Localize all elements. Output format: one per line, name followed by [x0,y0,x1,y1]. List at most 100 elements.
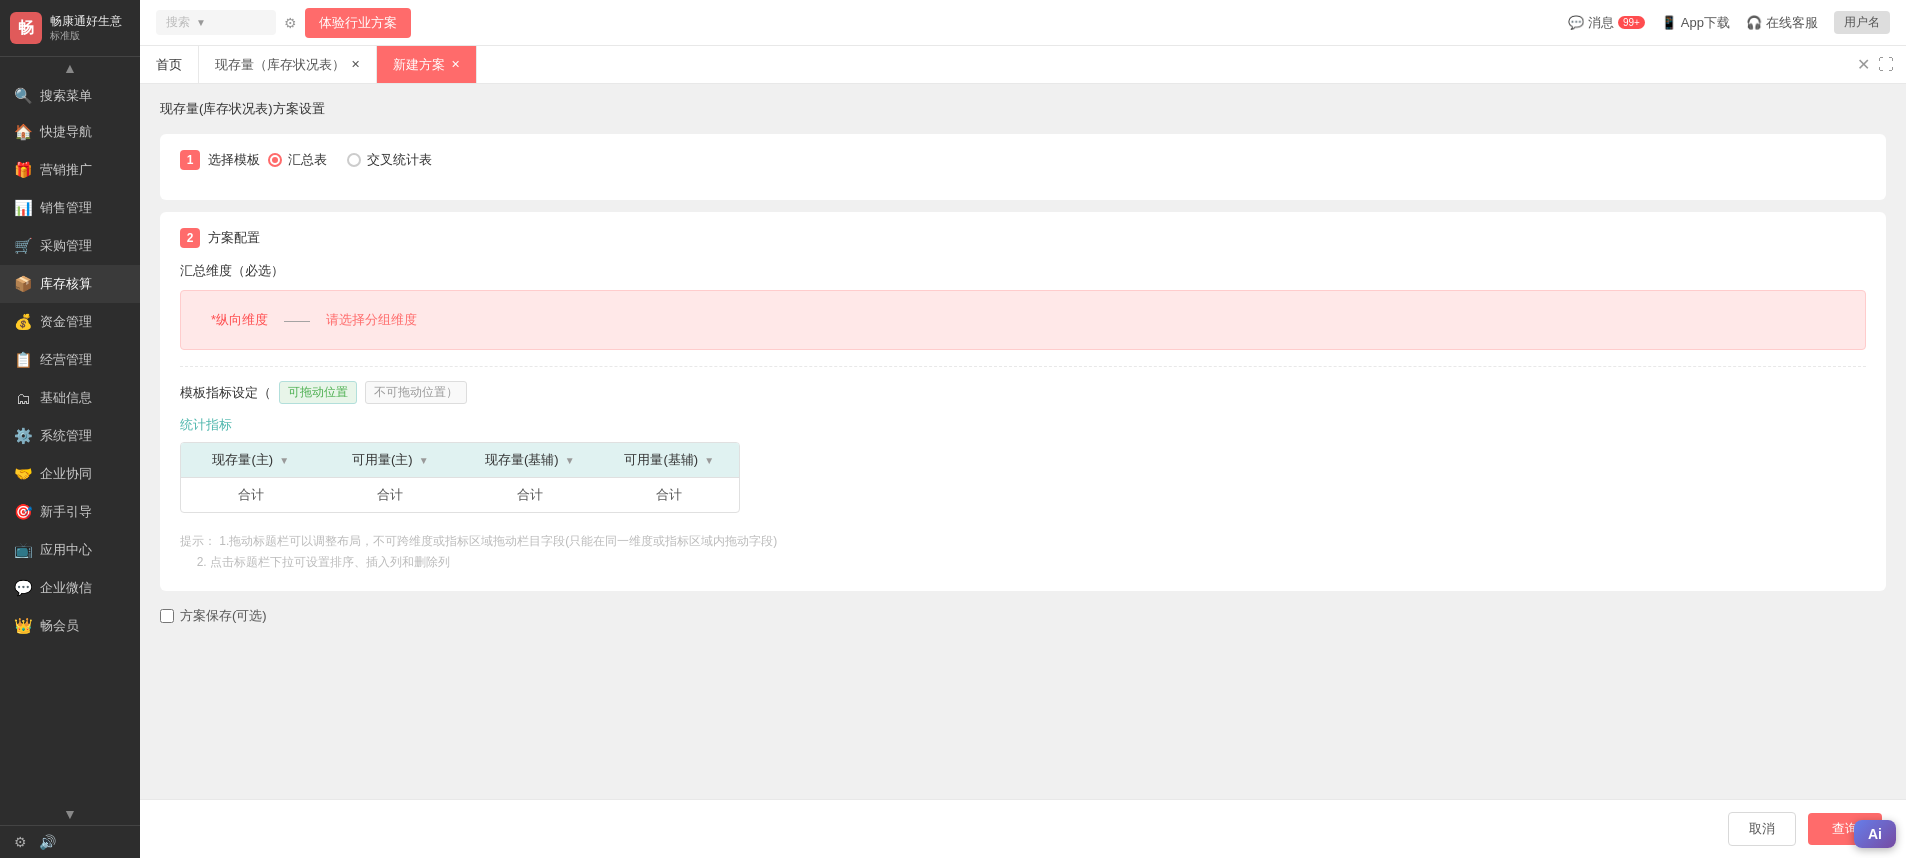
indicator-settings-label: 模板指标设定（ 可拖动位置 不可拖动位置） [180,381,1866,404]
sidebar-scroll-down[interactable]: ▼ [0,803,140,825]
content-area: 现存量(库存状况表)方案设置 1 选择模板 汇总表 交叉统计表 [140,84,1906,799]
sidebar-item-quick-nav[interactable]: 🏠 快捷导航 [0,113,140,151]
enterprise-icon: 🤝 [14,465,32,483]
step2-section: 2 方案配置 汇总维度（必选） *纵向维度 —— 请选择分组维度 模板指标设定（… [160,212,1886,591]
window-expand-button[interactable]: ⛶ [1878,56,1894,74]
radio-cross[interactable]: 交叉统计表 [347,151,432,169]
sidebar-item-finance[interactable]: 💰 资金管理 [0,303,140,341]
stats-header-cell-2[interactable]: 可用量(主) ▼ [321,443,461,477]
stats-table: 现存量(主) ▼ 可用量(主) ▼ 现存量(基辅 [180,442,740,513]
sidebar-item-system[interactable]: ⚙️ 系统管理 [0,417,140,455]
message-icon: 💬 [1568,15,1584,30]
audio-icon[interactable]: 🔊 [39,834,56,850]
stats-body-cell-1: 合计 [181,477,321,512]
topbar-search-text: 搜索 [166,14,190,31]
stats-header-cell-3[interactable]: 现存量(基辅) ▼ [460,443,600,477]
stats-body-cell-4: 合计 [600,477,740,512]
tab-inventory-label: 现存量（库存状况表） [215,56,345,74]
stats-body-cell-3: 合计 [460,477,600,512]
sidebar-item-marketing[interactable]: 🎁 营销推广 [0,151,140,189]
radio-summary-dot [268,153,282,167]
dimension-dash: —— [284,313,310,328]
dimension-required-text: *纵向维度 [211,311,268,329]
step2-number: 2 [180,228,200,248]
cancel-button[interactable]: 取消 [1728,812,1796,846]
stats-body-cell-2: 合计 [321,477,461,512]
tab-new-plan[interactable]: 新建方案 ✕ [377,46,477,83]
search-menu-icon: 🔍 [14,87,32,105]
stats-body-col-2: 合计 [321,477,461,512]
stats-col-4: 可用量(基辅) ▼ [600,443,740,477]
hint-2: 2. 点击标题栏下拉可设置排序、插入列和删除列 [180,554,1866,571]
hint-2-text: 2. 点击标题栏下拉可设置排序、插入列和删除列 [197,555,450,569]
radio-summary[interactable]: 汇总表 [268,151,327,169]
member-icon: 👑 [14,617,32,635]
sidebar-item-inventory[interactable]: 📦 库存核算 [0,265,140,303]
step1-header: 1 选择模板 汇总表 交叉统计表 [180,150,1866,170]
sidebar-item-app-center[interactable]: 📺 应用中心 [0,531,140,569]
message-badge: 99+ [1618,16,1645,29]
sidebar-logo: 畅 畅康通好生意 标准版 [0,0,140,57]
footer-bar: 取消 查询 [140,799,1906,858]
operations-icon: 📋 [14,351,32,369]
basic-info-icon: 🗂 [14,390,32,407]
stats-table-header: 现存量(主) ▼ 可用量(主) ▼ 现存量(基辅 [181,443,739,477]
tab-home[interactable]: 首页 [140,46,199,83]
dimension-box[interactable]: *纵向维度 —— 请选择分组维度 [180,290,1866,350]
sidebar-item-basic-info[interactable]: 🗂 基础信息 [0,379,140,417]
tab-new-plan-close-icon[interactable]: ✕ [451,58,460,71]
message-button[interactable]: 💬 消息 99+ [1568,14,1645,32]
stats-title: 统计指标 [180,416,1866,434]
app-edition: 标准版 [50,29,122,43]
new-guide-icon: 🎯 [14,503,32,521]
ai-badge[interactable]: Ai [1854,820,1896,848]
tabbar: 首页 现存量（库存状况表） ✕ 新建方案 ✕ ✕ ⛶ [140,46,1906,84]
save-checkbox[interactable] [160,609,174,623]
sales-icon: 📊 [14,199,32,217]
col4-chevron-icon: ▼ [704,455,714,466]
stats-header-label-2: 可用量(主) [352,451,413,469]
logo-icon: 畅 [10,12,42,44]
sidebar-item-search-menu[interactable]: 🔍 搜索菜单 [0,79,140,113]
stats-body-col-1: 合计 [181,477,321,512]
stats-col-3: 现存量(基辅) ▼ [460,443,600,477]
radio-summary-label: 汇总表 [288,151,327,169]
sidebar-item-enterprise-wechat[interactable]: 💬 企业微信 [0,569,140,607]
purchase-icon: 🛒 [14,237,32,255]
stats-header-cell-1[interactable]: 现存量(主) ▼ [181,443,321,477]
radio-cross-dot [347,153,361,167]
stats-table-row: 合计 合计 合计 合计 [181,477,739,512]
template-radio-group: 汇总表 交叉统计表 [268,151,432,169]
app-download-icon: 📱 [1661,15,1677,30]
topbar-search-box[interactable]: 搜索 ▼ [156,10,276,35]
industry-plan-button[interactable]: 体验行业方案 [305,8,411,38]
stats-header-label-1: 现存量(主) [212,451,273,469]
sidebar-item-purchase[interactable]: 🛒 采购管理 [0,227,140,265]
topbar-gear-icon[interactable]: ⚙ [284,15,297,31]
sidebar-item-enterprise[interactable]: 🤝 企业协同 [0,455,140,493]
marketing-icon: 🎁 [14,161,32,179]
tab-inventory-close-icon[interactable]: ✕ [351,58,360,71]
sidebar-item-member[interactable]: 👑 畅会员 [0,607,140,645]
save-option: 方案保存(可选) [160,607,1886,625]
stats-header-cell-4[interactable]: 可用量(基辅) ▼ [600,443,740,477]
step2-header: 2 方案配置 [180,228,1866,248]
online-service-button[interactable]: 🎧 在线客服 [1746,14,1818,32]
user-avatar[interactable]: 用户名 [1834,11,1890,34]
sidebar-item-operations[interactable]: 📋 经营管理 [0,341,140,379]
sidebar: 畅 畅康通好生意 标准版 ▲ 🔍 搜索菜单 🏠 快捷导航 🎁 营销推广 📊 销售… [0,0,140,858]
hint-1-text: 1.拖动标题栏可以调整布局，不可跨维度或指标区域拖动栏目字段(只能在同一维度或指… [219,534,777,548]
step2-title: 方案配置 [208,229,260,247]
stats-body-col-3: 合计 [460,477,600,512]
sidebar-item-sales[interactable]: 📊 销售管理 [0,189,140,227]
enterprise-wechat-icon: 💬 [14,579,32,597]
settings-icon[interactable]: ⚙ [14,834,27,850]
window-close-button[interactable]: ✕ [1857,55,1870,74]
tab-new-plan-label: 新建方案 [393,56,445,74]
sidebar-item-new-guide[interactable]: 🎯 新手引导 [0,493,140,531]
quick-nav-icon: 🏠 [14,123,32,141]
step1-number: 1 [180,150,200,170]
sidebar-scroll-up[interactable]: ▲ [0,57,140,79]
app-download-button[interactable]: 📱 App下载 [1661,14,1730,32]
tab-inventory-status[interactable]: 现存量（库存状况表） ✕ [199,46,377,83]
